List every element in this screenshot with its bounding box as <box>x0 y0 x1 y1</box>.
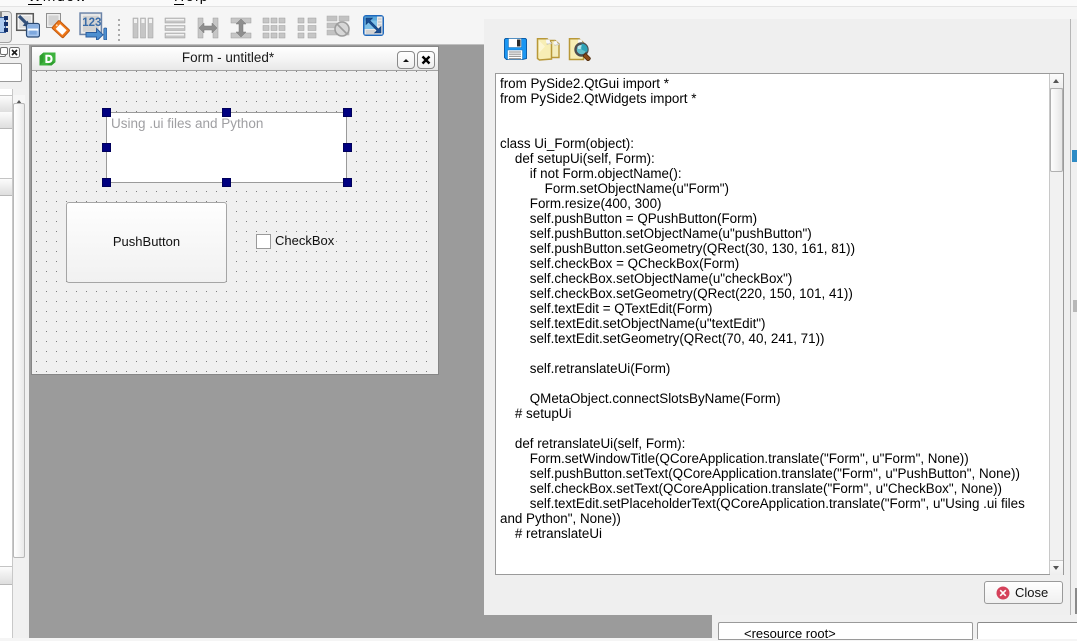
svg-text:123: 123 <box>82 17 101 29</box>
